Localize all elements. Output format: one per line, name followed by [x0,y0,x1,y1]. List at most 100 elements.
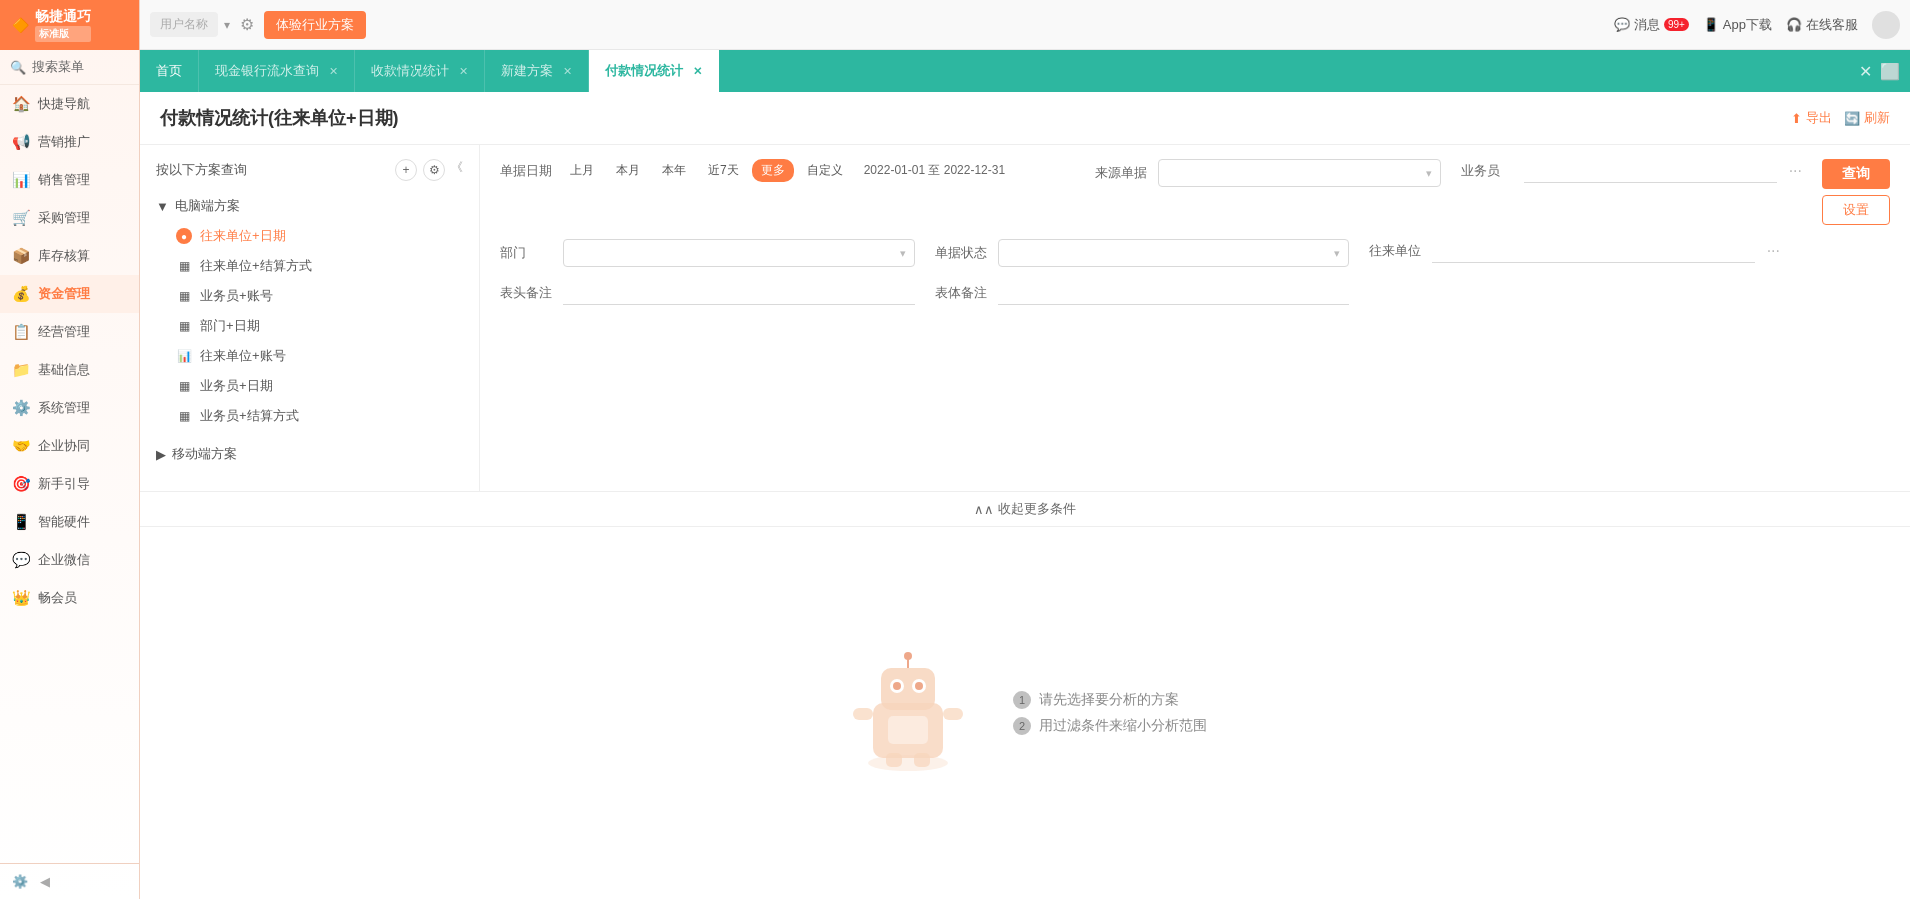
filter-row-2: 部门 ▾ 单据状态 ▾ 往来单位 [500,239,1890,267]
tab-new-scheme-close[interactable]: ✕ [563,65,572,78]
scheme-mobile-group: ▶ 移动端方案 [156,439,463,469]
staff-dots[interactable]: ··· [1785,162,1806,180]
tab-home[interactable]: 首页 [140,50,199,92]
tabbar-expand-btn[interactable]: ⬜ [1880,62,1900,81]
sidebar-item-label: 经营管理 [38,323,90,341]
date-opt-more[interactable]: 更多 [752,159,794,182]
scheme-item-dept-date[interactable]: ▦ 部门+日期 [156,311,463,341]
status-select[interactable]: ▾ [998,239,1350,267]
dept-arrow: ▾ [900,247,906,260]
main-area: 用户名称 ▾ ⚙ 体验行业方案 💬 消息 99+ 📱 App下载 🎧 在线客服 … [140,0,1910,899]
collapse-icon: ∧∧ [974,502,994,517]
sidebar-item-system[interactable]: ⚙️ 系统管理 [0,389,139,427]
scheme-item-vendor-settle[interactable]: ▦ 往来单位+结算方式 [156,251,463,281]
topbar-avatar[interactable] [1872,11,1900,39]
scheme-actions: + ⚙ 《 [395,159,463,181]
scheme-icon: ▦ [176,318,192,334]
topbar-settings-icon[interactable]: ⚙ [236,15,258,34]
page-content: 付款情况统计(往来单位+日期) ⬆ 导出 🔄 刷新 按以下方案查询 + [140,92,1910,899]
staff-label: 业务员 [1461,162,1516,180]
sidebar-item-guide[interactable]: 🎯 新手引导 [0,465,139,503]
sidebar: 🔶 畅捷通巧 标准版 🔍 搜索菜单 🏠 快捷导航 📢 营销推广 📊 销售管理 🛒… [0,0,140,899]
robot-svg [843,648,973,778]
date-opt-this-year[interactable]: 本年 [653,159,695,182]
tab-receipt-stats[interactable]: 收款情况统计 ✕ [355,50,485,92]
header-note-input[interactable] [563,281,915,305]
scheme-item-label: 往来单位+账号 [200,347,286,365]
scheme-collapse-btn[interactable]: 《 [451,159,463,181]
tip-text-1: 请先选择要分析的方案 [1039,691,1179,709]
tabbar-close-btn[interactable]: ✕ [1859,62,1872,81]
scheme-item-vendor-account[interactable]: 📊 往来单位+账号 [156,341,463,371]
topbar-online-service[interactable]: 🎧 在线客服 [1786,16,1858,34]
date-opt-last-month[interactable]: 上月 [561,159,603,182]
scheme-item-staff-account[interactable]: ▦ 业务员+账号 [156,281,463,311]
scheme-mobile-title[interactable]: ▶ 移动端方案 [156,439,463,469]
sidebar-item-hardware[interactable]: 📱 智能硬件 [0,503,139,541]
date-opt-custom[interactable]: 自定义 [798,159,852,182]
filter-dept-item: 部门 ▾ [500,239,915,267]
dept-select[interactable]: ▾ [563,239,915,267]
refresh-btn[interactable]: 🔄 刷新 [1844,109,1890,127]
footer-collapse-icon[interactable]: ◀ [40,874,50,889]
scheme-item-label: 往来单位+结算方式 [200,257,312,275]
tab-payment-stats-close[interactable]: ✕ [693,65,702,78]
tab-bank-flow[interactable]: 现金银行流水查询 ✕ [199,50,355,92]
body-note-input[interactable] [998,281,1350,305]
purchase-icon: 🛒 [12,209,30,227]
tab-new-scheme[interactable]: 新建方案 ✕ [485,50,589,92]
partner-dots[interactable]: ··· [1763,242,1784,260]
sidebar-item-quick-nav[interactable]: 🏠 快捷导航 [0,85,139,123]
sidebar-item-funds[interactable]: 💰 资金管理 [0,275,139,313]
sidebar-item-wechat[interactable]: 💬 企业微信 [0,541,139,579]
wechat-icon: 💬 [12,551,30,569]
scheme-add-btn[interactable]: + [395,159,417,181]
scheme-mobile-label: 移动端方案 [172,445,237,463]
scheme-item-vendor-date[interactable]: ● 往来单位+日期 [156,221,463,251]
sidebar-item-marketing[interactable]: 📢 营销推广 [0,123,139,161]
sidebar-item-vip[interactable]: 👑 畅会员 [0,579,139,617]
collapse-more-btn[interactable]: ∧∧ 收起更多条件 [974,500,1076,518]
query-btn[interactable]: 查询 [1822,159,1890,189]
tab-bank-flow-close[interactable]: ✕ [329,65,338,78]
partner-input[interactable] [1432,239,1754,263]
filter-partner-item: 往来单位 ··· [1369,239,1784,263]
inventory-icon: 📦 [12,247,30,265]
sidebar-item-inventory[interactable]: 📦 库存核算 [0,237,139,275]
page-header: 付款情况统计(往来单位+日期) ⬆ 导出 🔄 刷新 [140,92,1910,145]
date-opt-this-month[interactable]: 本月 [607,159,649,182]
scheme-icon: ▦ [176,408,192,424]
sidebar-item-basics[interactable]: 📁 基础信息 [0,351,139,389]
filter-status-item: 单据状态 ▾ [935,239,1350,267]
status-arrow: ▾ [1334,247,1340,260]
tab-receipt-stats-close[interactable]: ✕ [459,65,468,78]
footer-settings-icon[interactable]: ⚙️ [12,874,28,889]
sidebar-item-enterprise[interactable]: 🤝 企业协同 [0,427,139,465]
date-opt-7days[interactable]: 近7天 [699,159,748,182]
topbar-message[interactable]: 💬 消息 99+ [1614,16,1689,34]
scheme-item-label: 业务员+账号 [200,287,273,305]
scheme-panel: 按以下方案查询 + ⚙ 《 ▼ 电脑端方案 ● [140,145,480,491]
scheme-item-staff-date[interactable]: ▦ 业务员+日期 [156,371,463,401]
sidebar-item-operations[interactable]: 📋 经营管理 [0,313,139,351]
trial-btn[interactable]: 体验行业方案 [264,11,366,39]
topbar-app-download[interactable]: 📱 App下载 [1703,16,1772,34]
scheme-pc-title[interactable]: ▼ 电脑端方案 [156,191,463,221]
header-note-label: 表头备注 [500,284,555,302]
quick-nav-icon: 🏠 [12,95,30,113]
filter-row-1: 单据日期 上月 本月 本年 近7天 更多 自定义 2022-01-01 至 20… [500,159,1890,225]
sidebar-item-purchase[interactable]: 🛒 采购管理 [0,199,139,237]
source-select[interactable]: ▾ [1158,159,1440,187]
empty-illustration [843,648,973,778]
enterprise-icon: 🤝 [12,437,30,455]
empty-state: 1 请先选择要分析的方案 2 用过滤条件来缩小分析范围 [140,527,1910,899]
staff-input[interactable] [1524,159,1777,183]
settings-btn[interactable]: 设置 [1822,195,1890,225]
export-btn[interactable]: ⬆ 导出 [1791,109,1832,127]
scheme-item-staff-settle[interactable]: ▦ 业务员+结算方式 [156,401,463,431]
sidebar-item-sales[interactable]: 📊 销售管理 [0,161,139,199]
topbar-dropdown-arrow[interactable]: ▾ [224,18,230,32]
scheme-settings-btn[interactable]: ⚙ [423,159,445,181]
tab-payment-stats[interactable]: 付款情况统计 ✕ [589,50,719,92]
search-menu[interactable]: 🔍 搜索菜单 [0,50,139,85]
